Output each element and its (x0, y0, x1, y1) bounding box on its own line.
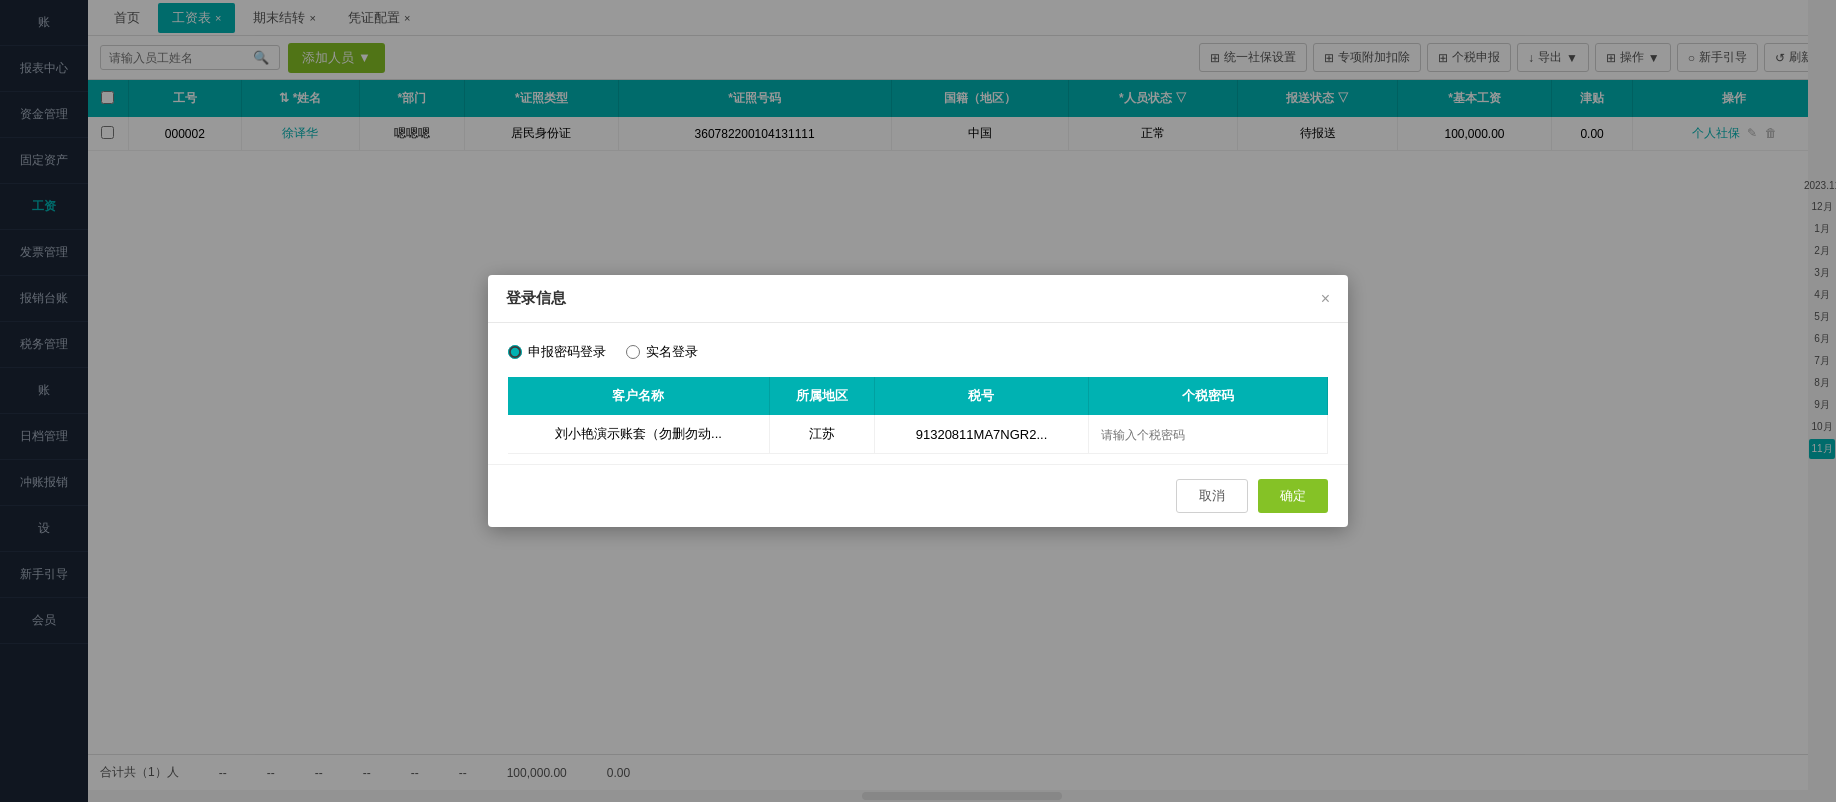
radio-password-input[interactable] (508, 345, 522, 359)
modal-overlay: 登录信息 × 申报密码登录 实名登录 客户名称 所属地区 (0, 0, 1836, 802)
dialog-password-input[interactable] (1101, 428, 1315, 442)
cancel-button[interactable]: 取消 (1176, 479, 1248, 513)
dialog-customer-name: 刘小艳演示账套（勿删勿动... (508, 415, 769, 454)
dialog-table: 客户名称 所属地区 税号 个税密码 刘小艳演示账套（勿删勿动... 江苏 913… (508, 377, 1328, 454)
radio-realname-login[interactable]: 实名登录 (626, 343, 698, 361)
dialog-footer: 取消 确定 (488, 464, 1348, 527)
dialog-col-password: 个税密码 (1088, 377, 1327, 415)
dialog-region: 江苏 (769, 415, 874, 454)
radio-realname-input[interactable] (626, 345, 640, 359)
radio-password-login[interactable]: 申报密码登录 (508, 343, 606, 361)
dialog-password-cell[interactable] (1088, 415, 1327, 454)
dialog-header: 登录信息 × (488, 275, 1348, 323)
dialog-col-customer: 客户名称 (508, 377, 769, 415)
dialog-title: 登录信息 (506, 289, 566, 308)
dialog-col-tax-number: 税号 (875, 377, 1089, 415)
dialog-tax-number: 91320811MA7NGR2... (875, 415, 1089, 454)
login-dialog: 登录信息 × 申报密码登录 实名登录 客户名称 所属地区 (488, 275, 1348, 527)
dialog-body: 申报密码登录 实名登录 客户名称 所属地区 税号 个税密码 (488, 323, 1348, 464)
confirm-button[interactable]: 确定 (1258, 479, 1328, 513)
dialog-col-region: 所属地区 (769, 377, 874, 415)
dialog-close-button[interactable]: × (1321, 290, 1330, 308)
login-type-group: 申报密码登录 实名登录 (508, 343, 1328, 361)
dialog-table-row: 刘小艳演示账套（勿删勿动... 江苏 91320811MA7NGR2... (508, 415, 1328, 454)
